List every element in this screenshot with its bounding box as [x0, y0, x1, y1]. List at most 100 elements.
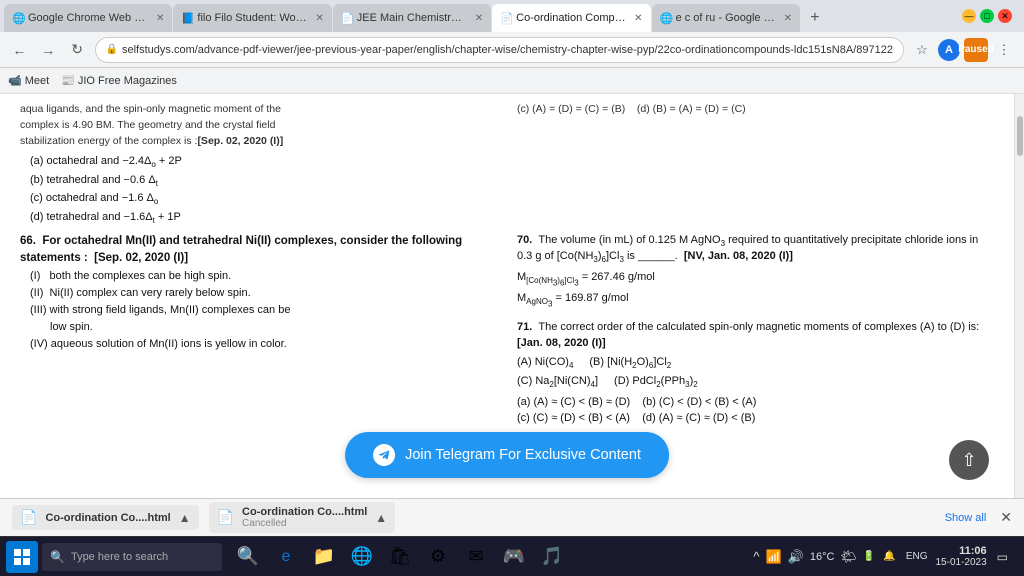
- tray-temperature: 16°C: [810, 551, 835, 563]
- language-indicator: ENG: [904, 551, 930, 562]
- clock-date: 15-01-2023: [936, 557, 987, 568]
- taskbar-app-media[interactable]: 🎵: [534, 539, 570, 575]
- show-all-downloads-button[interactable]: Show all: [945, 512, 987, 524]
- new-tab-button[interactable]: +: [801, 4, 829, 32]
- tray-battery-icon: 🔋: [863, 551, 875, 562]
- telegram-button[interactable]: Join Telegram For Exclusive Content: [345, 432, 669, 478]
- taskbar-app-game[interactable]: 🎮: [496, 539, 532, 575]
- address-bar[interactable]: 🔒 selfstudys.com/advance-pdf-viewer/jee-…: [95, 37, 904, 63]
- tab-favicon-5: 🌐: [660, 12, 672, 24]
- tab-google-search[interactable]: 🌐 e c of ru - Google Search ✕: [652, 4, 800, 32]
- bookmark-jio-label: JIO Free Magazines: [78, 75, 177, 87]
- clock-time: 11:06: [936, 545, 987, 557]
- download-bar: 📄 Co-ordination Co....html ▲ 📄 Co-ordina…: [0, 498, 1024, 536]
- option-b-q65: (b) tetrahedral and −0.6 Δt: [30, 173, 497, 190]
- download-file-icon-1: 📄: [20, 509, 37, 526]
- windows-logo-icon: [14, 549, 30, 565]
- taskbar-clock[interactable]: 11:06 15-01-2023: [936, 545, 987, 568]
- tray-weather[interactable]: 🌤: [840, 549, 857, 565]
- taskbar-app-edge[interactable]: e: [268, 539, 304, 575]
- tab-favicon-1: 🌐: [12, 12, 24, 24]
- scroll-top-button[interactable]: ⇧: [949, 440, 989, 480]
- clipped-text-left: aqua ligands, and the spin-only magnetic…: [20, 102, 497, 150]
- download-name-2: Co-ordination Co....html: [242, 506, 367, 518]
- taskbar-app-fileexplorer[interactable]: 📁: [306, 539, 342, 575]
- close-button[interactable]: ✕: [998, 9, 1012, 23]
- tray-network[interactable]: 📶: [765, 549, 781, 565]
- tab-google-chrome[interactable]: 🌐 Google Chrome Web Browser ✕: [4, 4, 172, 32]
- tab-close-5[interactable]: ✕: [784, 13, 792, 24]
- navigation-bar: ← → ↻ 🔒 selfstudys.com/advance-pdf-viewe…: [0, 32, 1024, 68]
- tab-favicon-2: 📘: [181, 12, 193, 24]
- tab-jee-chemistry[interactable]: 📄 JEE Main Chemistry Question Pa... ✕: [333, 4, 491, 32]
- tab-coordination-compounds[interactable]: 📄 Co-ordination Compounds JEE M... ✕: [492, 4, 650, 32]
- download-item-1[interactable]: 📄 Co-ordination Co....html ▲: [12, 505, 199, 530]
- q66-statement-IV: (IV) aqueous solution of Mn(II) ions is …: [30, 337, 497, 353]
- taskbar-app-mail[interactable]: ✉: [458, 539, 494, 575]
- document-content: aqua ligands, and the spin-only magnetic…: [0, 94, 1014, 498]
- download-chevron-1[interactable]: ▲: [179, 511, 191, 525]
- tab-close-1[interactable]: ✕: [156, 13, 164, 24]
- q66-statement-III-cont: low spin.: [50, 320, 497, 336]
- taskbar-search-icon: 🔍: [50, 550, 65, 564]
- menu-button[interactable]: ⋮: [992, 38, 1016, 62]
- q66-statement-II: (II) Ni(II) complex can very rarely belo…: [30, 286, 497, 302]
- nav-actions: ☆ A Paused ⋮: [910, 38, 1016, 62]
- show-desktop-button[interactable]: ▭: [993, 550, 1012, 564]
- paused-badge[interactable]: Paused: [964, 38, 988, 62]
- scroll-thumb[interactable]: [1017, 116, 1023, 156]
- tray-chevron[interactable]: ^: [753, 549, 759, 564]
- start-button[interactable]: [6, 541, 38, 573]
- taskbar-app-chrome[interactable]: 🌐: [344, 539, 380, 575]
- telegram-icon: [373, 444, 395, 466]
- close-download-bar-button[interactable]: ✕: [1000, 509, 1012, 526]
- download-info-2: Co-ordination Co....html Cancelled: [242, 506, 367, 529]
- q66-statement-I: (I) both the complexes can be high spin.: [30, 269, 497, 285]
- forward-button[interactable]: →: [37, 37, 60, 63]
- bookmark-star-button[interactable]: ☆: [910, 38, 934, 62]
- q66-statement-III: (III) with strong field ligands, Mn(II) …: [30, 303, 497, 319]
- tray-volume[interactable]: 🔊: [788, 549, 804, 565]
- tab-bar: 🌐 Google Chrome Web Browser ✕ 📘 filo Fil…: [4, 0, 962, 32]
- download-chevron-2[interactable]: ▲: [375, 511, 387, 525]
- tab-close-2[interactable]: ✕: [315, 13, 323, 24]
- tab-label-3: JEE Main Chemistry Question Pa...: [357, 12, 467, 24]
- download-item-2[interactable]: 📄 Co-ordination Co....html Cancelled ▲: [209, 502, 396, 533]
- taskbar-search-placeholder: Type here to search: [71, 551, 168, 563]
- scrollbar[interactable]: [1014, 94, 1024, 498]
- telegram-svg: [377, 448, 391, 462]
- telegram-label: Join Telegram For Exclusive Content: [405, 447, 641, 463]
- taskbar-app-store[interactable]: 🛍: [382, 539, 418, 575]
- download-info-1: Co-ordination Co....html: [45, 512, 170, 524]
- title-bar: 🌐 Google Chrome Web Browser ✕ 📘 filo Fil…: [0, 0, 1024, 32]
- q71-option-B: (B) [Ni(H2O)6]Cl2: [589, 355, 671, 372]
- taskbar-right: ^ 📶 🔊 16°C 🌤 🔋 🔔 ENG 11:06 15-01-2023 ▭: [753, 545, 1018, 568]
- tab-label-2: filo Filo Student: World's Only Live In.…: [197, 12, 307, 24]
- window-controls: — □ ✕: [962, 9, 1020, 23]
- download-file-icon-2: 📄: [217, 509, 234, 526]
- taskbar-search-box[interactable]: 🔍 Type here to search: [42, 543, 222, 571]
- tab-close-3[interactable]: ✕: [475, 13, 483, 24]
- bookmark-meet[interactable]: 📹 Meet: [8, 74, 49, 87]
- reload-button[interactable]: ↻: [66, 37, 89, 63]
- taskbar-app-cortana[interactable]: 🔍: [230, 539, 266, 575]
- option-a-q65: (a) octahedral and −2.4Δo + 2P: [30, 154, 497, 171]
- meet-icon: 📹: [8, 74, 22, 87]
- option-c-q65: (c) octahedral and −1.6 Δo: [30, 191, 497, 208]
- tab-filo[interactable]: 📘 filo Filo Student: World's Only Live I…: [173, 4, 331, 32]
- tab-close-4[interactable]: ✕: [634, 13, 642, 24]
- question-66: 66. For octahedral Mn(II) and tetrahedra…: [20, 233, 497, 353]
- lock-icon: 🔒: [106, 44, 118, 55]
- minimize-button[interactable]: —: [962, 9, 976, 23]
- download-status-2: Cancelled: [242, 518, 367, 529]
- maximize-button[interactable]: □: [980, 9, 994, 23]
- tray-notification-icon[interactable]: 🔔: [881, 551, 897, 562]
- tab-label-5: e c of ru - Google Search: [676, 12, 776, 24]
- bookmark-jio[interactable]: 📰 JIO Free Magazines: [61, 74, 177, 87]
- taskbar-app-settings[interactable]: ⚙: [420, 539, 456, 575]
- profile-button[interactable]: A: [938, 39, 960, 61]
- option-d-q65: (d) tetrahedral and −1.6Δt + 1P: [30, 210, 497, 227]
- q71-order-a: (a) (A) ≈ (C) < (B) ≈ (D) (b) (C) < (D) …: [517, 395, 994, 411]
- back-button[interactable]: ←: [8, 37, 31, 63]
- q71-option-D: (D) PdCl2(PPh3)2: [614, 374, 698, 391]
